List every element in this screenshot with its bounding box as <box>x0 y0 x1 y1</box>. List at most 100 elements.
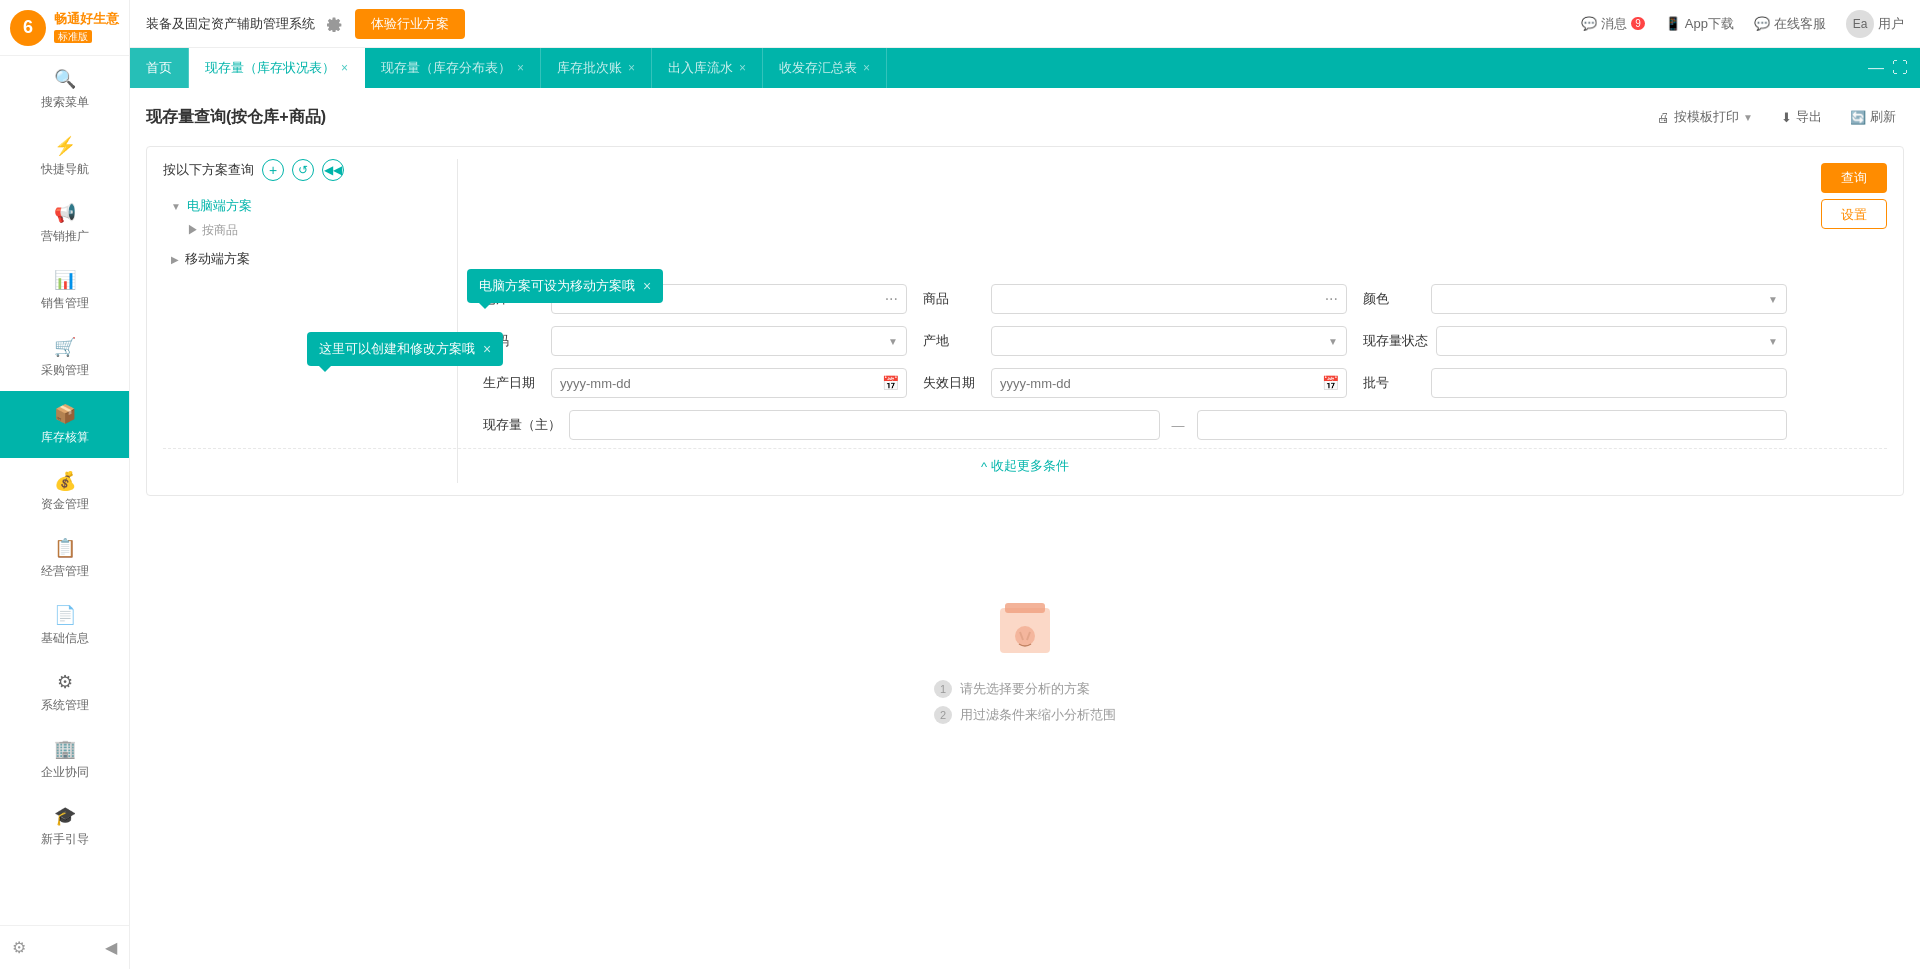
tab-in-out-flow[interactable]: 出入库流水 × <box>652 48 763 88</box>
tooltip1-text: 电脑方案可设为移动方案哦 <box>479 277 635 295</box>
filter-add-button[interactable]: + <box>262 159 284 181</box>
gear-icon[interactable] <box>327 16 343 32</box>
goods-select[interactable]: ··· <box>991 284 1347 314</box>
tooltip2-close-button[interactable]: × <box>483 341 491 357</box>
sidebar-item-base[interactable]: 📄 基础信息 <box>0 592 129 659</box>
scheme-mobile[interactable]: ▶ 移动端方案 <box>163 246 1887 272</box>
filter-refresh-button[interactable]: ↺ <box>292 159 314 181</box>
sidebar-item-operations[interactable]: 📋 经营管理 <box>0 525 129 592</box>
quick-icon: ⚡ <box>54 135 76 157</box>
chevron-down-icon: ▼ <box>1743 112 1753 123</box>
operations-icon: 📋 <box>54 537 76 559</box>
origin-select[interactable]: ▼ <box>991 326 1347 356</box>
sidebar-item-finance[interactable]: 💰 资金管理 <box>0 458 129 525</box>
empty-tip-2: 2 用过滤条件来缩小分析范围 <box>934 706 1116 724</box>
filter-back-button[interactable]: ◀◀ <box>322 159 344 181</box>
message-button[interactable]: 💬 消息 9 <box>1581 15 1645 33</box>
sub-item-by-goods-1[interactable]: ▶ 按商品 <box>179 219 1887 242</box>
reset-button[interactable]: 设置 <box>1821 199 1887 229</box>
sidebar-item-label: 快捷导航 <box>41 161 89 178</box>
filter-section: 按以下方案查询 + ↺ ◀◀ ▼ 电脑端方案 ▶ 按商品 ▶ 移动端方 <box>146 146 1904 496</box>
divider <box>457 159 458 483</box>
collapse-sidebar-button[interactable]: ◀ <box>105 938 117 957</box>
goods-label: 商品 <box>923 290 983 308</box>
prod-date-field: 生产日期 📅 <box>483 368 907 398</box>
app-download-button[interactable]: 📱 App下载 <box>1665 15 1734 33</box>
collapse-button[interactable]: ^ 收起更多条件 <box>163 448 1887 483</box>
settings-button[interactable]: ⚙ <box>12 938 26 957</box>
filter-row-2: 尺码 ▼ 产地 ▼ 现存量状态 <box>483 326 1787 356</box>
sidebar-item-quick[interactable]: ⚡ 快捷导航 <box>0 123 129 190</box>
batch-no-field: 批号 <box>1363 368 1787 398</box>
scheme-tree: ▼ 电脑端方案 ▶ 按商品 ▶ 移动端方案 <box>163 193 1887 272</box>
refresh-button[interactable]: 🔄 刷新 <box>1842 104 1904 130</box>
tooltip1-close-button[interactable]: × <box>643 278 651 294</box>
query-button[interactable]: 查询 <box>1821 163 1887 193</box>
empty-tip-2-text: 用过滤条件来缩小分析范围 <box>960 706 1116 724</box>
filter-row-1: 仓库 ··· 商品 ··· 颜色 <box>483 284 1787 314</box>
arrow-icon: ▶ <box>187 223 199 237</box>
template-print-icon: 🖨 <box>1657 110 1670 125</box>
online-support-button[interactable]: 💬 在线客服 <box>1754 15 1826 33</box>
sidebar-item-label: 企业协同 <box>41 764 89 781</box>
search-icon: 🔍 <box>54 68 76 90</box>
batch-no-input[interactable] <box>1431 368 1787 398</box>
stock-qty-max-input[interactable] <box>1197 410 1788 440</box>
tab-close-receive-summary[interactable]: × <box>863 61 870 75</box>
collapse-up-icon: ^ <box>981 459 987 474</box>
tab-batch-account[interactable]: 库存批次账 × <box>541 48 652 88</box>
export-label: 导出 <box>1796 108 1822 126</box>
trial-industry-button[interactable]: 体验行业方案 <box>355 9 465 39</box>
tab-receive-summary[interactable]: 收发存汇总表 × <box>763 48 887 88</box>
user-profile-button[interactable]: Ea 用户 <box>1846 10 1904 38</box>
scheme-desktop[interactable]: ▼ 电脑端方案 <box>163 193 1887 219</box>
sidebar-item-label: 经营管理 <box>41 563 89 580</box>
stock-status-select[interactable]: ▼ <box>1436 326 1787 356</box>
origin-field: 产地 ▼ <box>923 326 1347 356</box>
template-print-label: 按模板打印 <box>1674 108 1739 126</box>
template-print-button[interactable]: 🖨 按模板打印 ▼ <box>1649 104 1761 130</box>
sidebar-item-search[interactable]: 🔍 搜索菜单 <box>0 56 129 123</box>
guide-icon: 🎓 <box>54 805 76 827</box>
warehouse-dots[interactable]: ··· <box>885 290 898 308</box>
expire-date-input[interactable] <box>991 368 1347 398</box>
sidebar-bottom: ⚙ ◀ <box>0 925 129 969</box>
user-label: 用户 <box>1878 15 1904 33</box>
tab-inventory-dist[interactable]: 现存量（库存分布表） × <box>365 48 541 88</box>
export-button[interactable]: ⬇ 导出 <box>1773 104 1830 130</box>
sidebar-item-sales[interactable]: 📊 销售管理 <box>0 257 129 324</box>
tab-close-inventory-dist[interactable]: × <box>517 61 524 75</box>
tab-inventory-status-label: 现存量（库存状况表） <box>205 59 335 77</box>
sidebar-item-guide[interactable]: 🎓 新手引导 <box>0 793 129 860</box>
empty-tips: 1 请先选择要分析的方案 2 用过滤条件来缩小分析范围 <box>934 680 1116 724</box>
prod-date-input[interactable] <box>551 368 907 398</box>
finance-icon: 💰 <box>54 470 76 492</box>
prod-date-label: 生产日期 <box>483 374 543 392</box>
goods-dots[interactable]: ··· <box>1325 290 1338 308</box>
filter-fields: 查询 设置 仓库 ··· 商品 <box>483 284 1887 440</box>
tab-close-in-out-flow[interactable]: × <box>739 61 746 75</box>
size-select[interactable]: ▼ <box>551 326 907 356</box>
svg-point-2 <box>1015 626 1035 646</box>
sidebar-item-enterprise[interactable]: 🏢 企业协同 <box>0 726 129 793</box>
scheme-desktop-label: 电脑端方案 <box>187 197 252 215</box>
color-select[interactable]: ▼ <box>1431 284 1787 314</box>
sidebar-item-marketing[interactable]: 📢 营销推广 <box>0 190 129 257</box>
sidebar-item-storage[interactable]: 📦 库存核算 <box>0 391 129 458</box>
tab-home-label: 首页 <box>146 59 172 77</box>
sidebar-item-system[interactable]: ⚙ 系统管理 <box>0 659 129 726</box>
tab-maximize-button[interactable]: ⛶ <box>1892 59 1908 77</box>
tab-close-batch-account[interactable]: × <box>628 61 635 75</box>
message-label: 消息 <box>1601 15 1627 33</box>
sidebar-item-purchase[interactable]: 🛒 采购管理 <box>0 324 129 391</box>
sidebar-item-label: 营销推广 <box>41 228 89 245</box>
stock-qty-min-input[interactable] <box>569 410 1160 440</box>
sidebar-item-label: 销售管理 <box>41 295 89 312</box>
sidebar-item-label: 采购管理 <box>41 362 89 379</box>
tab-inventory-status[interactable]: 现存量（库存状况表） × <box>189 48 365 88</box>
tab-minimize-button[interactable]: — <box>1868 59 1884 77</box>
tab-home[interactable]: 首页 <box>130 48 189 88</box>
content-area: 现存量查询(按仓库+商品) 🖨 按模板打印 ▼ ⬇ 导出 🔄 刷新 <box>130 88 1920 969</box>
tab-close-inventory-status[interactable]: × <box>341 61 348 75</box>
expire-date-field: 失效日期 📅 <box>923 368 1347 398</box>
